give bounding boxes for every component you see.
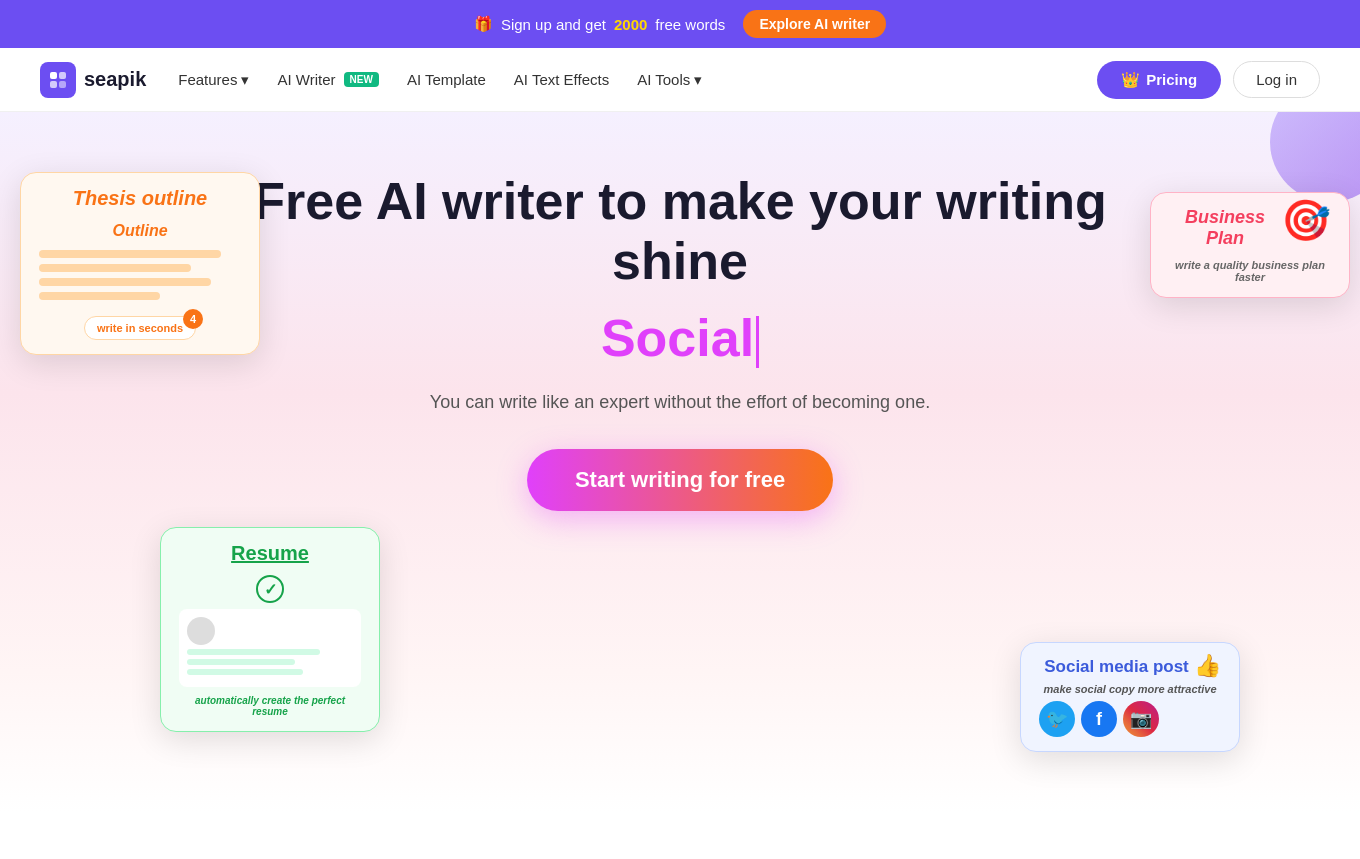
thesis-card-subtitle: Outline — [39, 222, 241, 240]
top-banner: 🎁 Sign up and get 2000 free words Explor… — [0, 0, 1360, 48]
banner-text-before: Sign up and get — [501, 16, 606, 33]
hero-title: Free AI writer to make your writing shin… — [230, 172, 1130, 292]
cover-section-heading: Cover 600+ free AI writing tools — [40, 852, 1320, 859]
check-icon: ✓ — [256, 575, 284, 603]
pricing-crown-icon: 👑 — [1121, 71, 1140, 89]
hero-section: Thesis outline Outline write in seconds … — [0, 112, 1360, 812]
business-card-desc: write a quality business plan faster — [1169, 259, 1331, 283]
thesis-card-title: Thesis outline — [39, 187, 241, 210]
nav-ai-text-effects[interactable]: AI Text Effects — [514, 71, 609, 88]
explore-ai-writer-button[interactable]: Explore AI writer — [743, 10, 886, 38]
resume-inner — [179, 609, 361, 687]
nav-ai-tools[interactable]: AI Tools ▾ — [637, 71, 702, 89]
avatar — [187, 617, 215, 645]
cta-start-writing-button[interactable]: Start writing for free — [527, 449, 833, 511]
social-icons-row: 🐦 f 📷 — [1039, 701, 1221, 737]
cover-section: Cover 600+ free AI writing tools — [0, 812, 1360, 859]
purple-circle-decoration — [1270, 112, 1360, 202]
logo[interactable]: seapik — [40, 62, 146, 98]
navbar: seapik Features ▾ AI Writer NEW AI Templ… — [0, 48, 1360, 112]
twitter-icon: 🐦 — [1039, 701, 1075, 737]
resume-card: Resume ✓ automatically create the perfec… — [160, 527, 380, 732]
svg-rect-0 — [50, 72, 57, 79]
business-card: 🎯 Business Plan write a quality business… — [1150, 192, 1350, 298]
banner-text-after: free words — [655, 16, 725, 33]
banner-highlight-number: 2000 — [614, 16, 647, 33]
login-button[interactable]: Log in — [1233, 61, 1320, 98]
nav-ai-writer[interactable]: AI Writer NEW — [277, 71, 378, 88]
like-icon: 👍 — [1194, 653, 1221, 679]
hero-description: You can write like an expert without the… — [430, 392, 930, 413]
nav-left: seapik Features ▾ AI Writer NEW AI Templ… — [40, 62, 702, 98]
resume-card-desc: automatically create the perfect resume — [179, 695, 361, 717]
resume-card-title: Resume — [179, 542, 361, 565]
social-card: 👍 Social media post make social copy mor… — [1020, 642, 1240, 752]
hero-animated-word: Social — [601, 308, 759, 368]
svg-rect-3 — [59, 81, 66, 88]
logo-icon — [40, 62, 76, 98]
text-cursor — [756, 316, 759, 368]
nav-ai-template[interactable]: AI Template — [407, 71, 486, 88]
features-chevron-icon: ▾ — [241, 71, 249, 89]
thesis-card: Thesis outline Outline write in seconds … — [20, 172, 260, 355]
write-in-seconds-label: write in seconds 4 — [84, 316, 196, 340]
pricing-button[interactable]: 👑 Pricing — [1097, 61, 1221, 99]
svg-rect-1 — [59, 72, 66, 79]
nav-features[interactable]: Features ▾ — [178, 71, 249, 89]
thesis-badge-num: 4 — [183, 309, 203, 329]
target-icon: 🎯 — [1281, 197, 1331, 244]
facebook-icon: f — [1081, 701, 1117, 737]
nav-right: 👑 Pricing Log in — [1097, 61, 1320, 99]
tools-chevron-icon: ▾ — [694, 71, 702, 89]
banner-gift-icon: 🎁 — [474, 15, 493, 33]
svg-rect-2 — [50, 81, 57, 88]
social-card-desc: make social copy more attractive — [1039, 683, 1221, 695]
logo-text: seapik — [84, 68, 146, 91]
nav-links: Features ▾ AI Writer NEW AI Template AI … — [178, 71, 702, 89]
instagram-icon: 📷 — [1123, 701, 1159, 737]
new-badge: NEW — [344, 72, 379, 87]
